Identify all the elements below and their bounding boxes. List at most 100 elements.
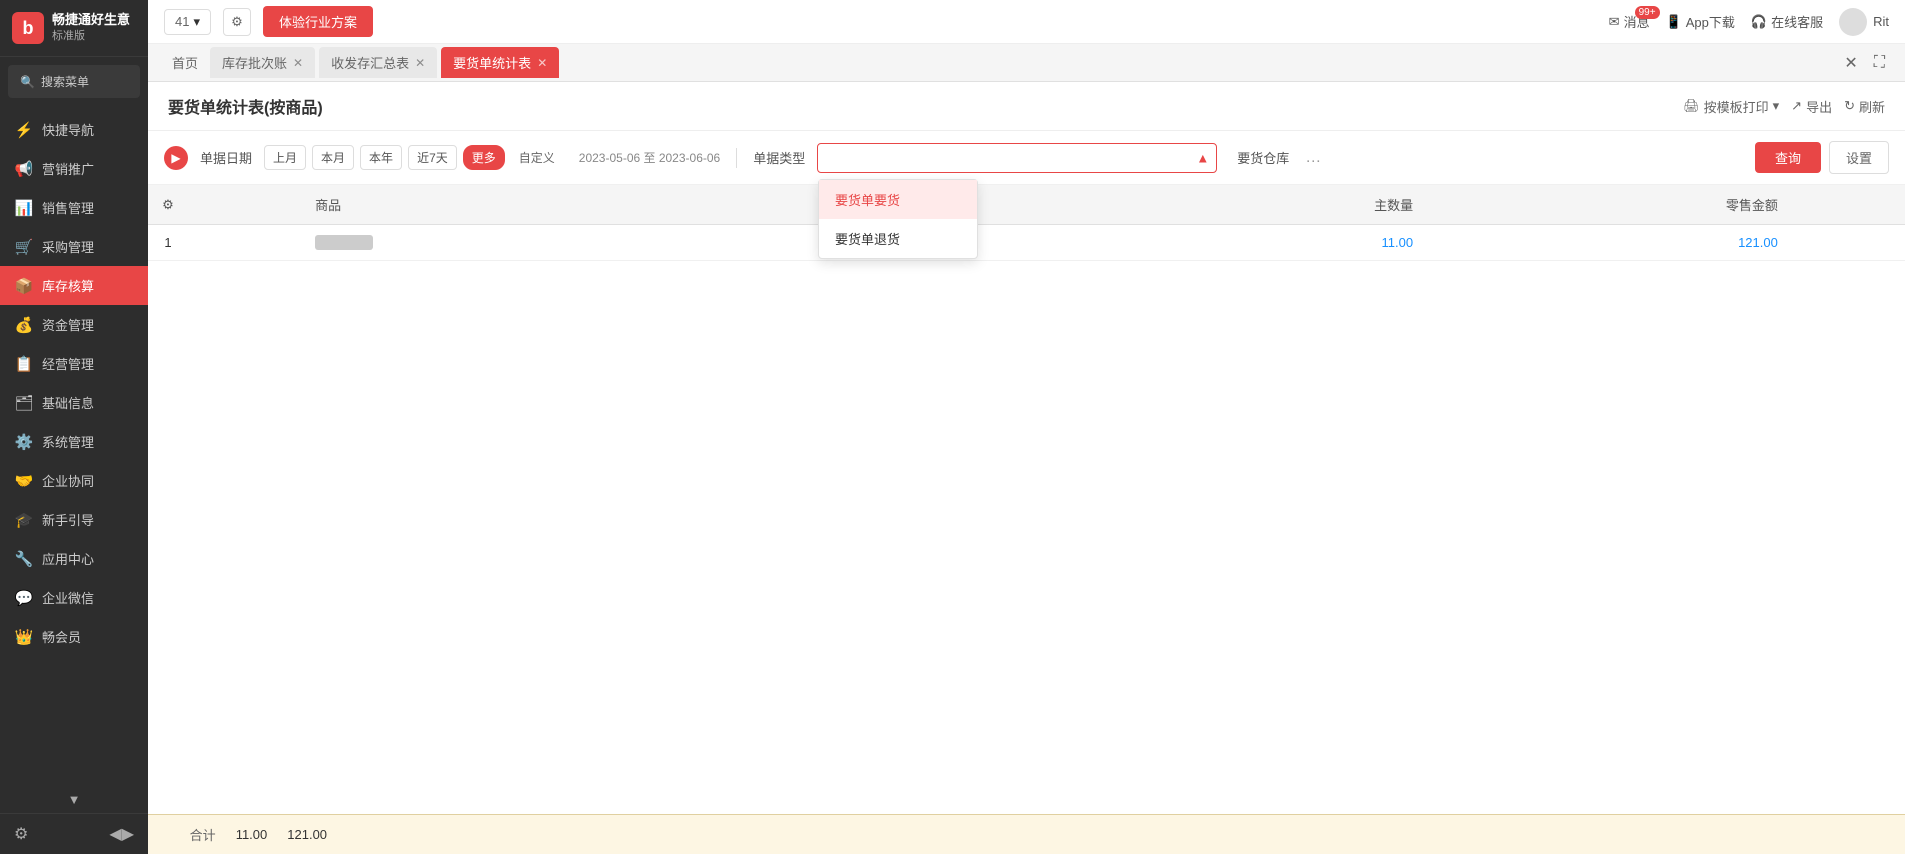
page-title: 要货单统计表(按商品)	[168, 94, 323, 118]
tab-close-summary[interactable]: ✕	[415, 57, 425, 69]
footer-qty-cell: 11.00	[236, 827, 268, 842]
purchase-icon: 🛒	[14, 238, 34, 256]
sidebar-item-purchase[interactable]: 🛒 采购管理	[0, 227, 148, 266]
type-filter-input[interactable]	[817, 143, 1217, 173]
app-download-action[interactable]: 📱 App下载	[1666, 12, 1735, 31]
filter-settings-button[interactable]: 设置	[1829, 141, 1889, 174]
tab-close-all[interactable]: ✕	[1840, 51, 1861, 75]
guide-icon: 🎓	[14, 511, 34, 529]
company-selector[interactable]: 41 ▾	[164, 9, 211, 35]
sidebar-item-base[interactable]: 🗂 基础信息	[0, 383, 148, 422]
messages-action[interactable]: ✉ 消息 99+	[1609, 12, 1650, 31]
tab-expand[interactable]: ⛶	[1870, 52, 1889, 74]
collapse-icon[interactable]: ◀▶	[109, 824, 134, 844]
sidebar-search[interactable]: 🔍 搜索菜单	[8, 65, 140, 98]
message-icon: ✉	[1609, 14, 1620, 30]
type-dropdown-menu: 要货单要货 要货单退货	[818, 179, 978, 259]
sidebar-item-marketing[interactable]: 📢 营销推广	[0, 149, 148, 188]
system-icon: ⚙️	[14, 433, 34, 451]
sidebar-item-member[interactable]: 👑 畅会员	[0, 617, 148, 656]
quick-nav-icon: ⚡	[14, 121, 34, 139]
gear-icon: ⚙	[231, 14, 243, 30]
refresh-button[interactable]: ↻ 刷新	[1844, 97, 1885, 116]
col-product: 商品	[303, 185, 695, 225]
header-left: 41 ▾ ⚙ 体验行业方案	[164, 6, 373, 37]
filter-more-button[interactable]: …	[1305, 149, 1321, 167]
base-icon: 🗂	[14, 394, 34, 412]
col-extra	[1790, 185, 1905, 225]
footer-label-cell: 合计	[160, 825, 216, 844]
online-service-action[interactable]: 🎧 在线客服	[1751, 12, 1823, 31]
footer-qty-value: 11.00	[236, 827, 268, 842]
settings-icon[interactable]: ⚙	[14, 824, 28, 844]
type-filter-chevron-up-icon[interactable]: ▲	[1196, 150, 1209, 165]
header-gear-button[interactable]: ⚙	[223, 8, 251, 36]
wechat-icon: 💬	[14, 589, 34, 607]
filter-expand-button[interactable]: ▶	[164, 146, 188, 170]
product-name-blurred	[315, 235, 373, 250]
sales-icon: 📊	[14, 199, 34, 217]
row-no: 1	[148, 225, 188, 261]
filter-actions: 查询 设置	[1755, 141, 1889, 174]
sidebar-item-sales[interactable]: 📊 销售管理	[0, 188, 148, 227]
query-button[interactable]: 查询	[1755, 142, 1821, 173]
logo-text: 畅捷通好生意 标准版	[52, 12, 130, 43]
date-btn-more[interactable]: 更多	[463, 145, 505, 170]
sidebar-footer: ⚙ ◀▶	[0, 813, 148, 854]
filter-divider	[736, 148, 737, 168]
table-footer: 合计 11.00 121.00	[148, 814, 1905, 854]
top-header: 41 ▾ ⚙ 体验行业方案 ✉ 消息 99+ 📱 App下载 🎧 在线客服	[148, 0, 1905, 44]
print-icon: 🖨	[1683, 98, 1700, 114]
sidebar-item-inventory[interactable]: 📦 库存核算	[0, 266, 148, 305]
col-gear[interactable]: ⚙	[148, 185, 188, 225]
sidebar-item-guide[interactable]: 🎓 新手引导	[0, 500, 148, 539]
sidebar-item-quick-nav[interactable]: ⚡ 快捷导航	[0, 110, 148, 149]
tab-close-order-stat[interactable]: ✕	[537, 57, 547, 69]
row-qty[interactable]: 11.00	[1123, 225, 1425, 261]
apps-icon: 🔧	[14, 550, 34, 568]
footer-amount-cell: 121.00	[287, 827, 327, 842]
tab-order-stat[interactable]: 要货单统计表 ✕	[441, 47, 559, 78]
tab-close-batch[interactable]: ✕	[293, 57, 303, 69]
date-range-display: 2023-05-06 至 2023-06-06	[579, 149, 720, 166]
chevron-down-icon: ▾	[193, 14, 200, 30]
mobile-icon: 📱	[1666, 14, 1682, 30]
date-btn-this-year[interactable]: 本年	[360, 145, 402, 170]
col-amount: 零售金额	[1425, 185, 1790, 225]
table-row: 1 块 11.00 121.00	[148, 225, 1905, 261]
sidebar-item-system[interactable]: ⚙️ 系统管理	[0, 422, 148, 461]
date-btn-last-month[interactable]: 上月	[264, 145, 306, 170]
sidebar-scroll-down[interactable]: ▼	[0, 786, 148, 813]
tab-home[interactable]: 首页	[164, 47, 206, 78]
dropdown-item-order-return[interactable]: 要货单退货	[819, 219, 977, 258]
tab-batch[interactable]: 库存批次账 ✕	[210, 47, 315, 78]
finance-icon: 💰	[14, 316, 34, 334]
sidebar-item-enterprise[interactable]: 🤝 企业协同	[0, 461, 148, 500]
user-name: Rit	[1873, 14, 1889, 29]
avatar	[1839, 8, 1867, 36]
sidebar-item-finance[interactable]: 💰 资金管理	[0, 305, 148, 344]
dropdown-item-order-goods[interactable]: 要货单要货	[819, 180, 977, 219]
date-btn-custom[interactable]: 自定义	[511, 146, 563, 169]
user-info[interactable]: Rit	[1839, 8, 1889, 36]
headset-icon: 🎧	[1751, 14, 1767, 30]
export-button[interactable]: ↗ 导出	[1791, 97, 1832, 116]
page-header: 要货单统计表(按商品) 🖨 按模板打印 ▾ ↗ 导出 ↻ 刷新	[148, 82, 1905, 131]
tab-summary[interactable]: 收发存汇总表 ✕	[319, 47, 437, 78]
sidebar-item-wechat[interactable]: 💬 企业微信	[0, 578, 148, 617]
data-table: ⚙ 商品 主计量单位 主数量 零售金额 1	[148, 185, 1905, 261]
type-filter-label: 单据类型	[753, 148, 805, 167]
print-button[interactable]: 🖨 按模板打印 ▾	[1683, 97, 1779, 116]
row-product	[303, 225, 695, 261]
row-amount[interactable]: 121.00	[1425, 225, 1790, 261]
table-wrap: ⚙ 商品 主计量单位 主数量 零售金额 1	[148, 185, 1905, 814]
sidebar-item-apps[interactable]: 🔧 应用中心	[0, 539, 148, 578]
date-btn-this-month[interactable]: 本月	[312, 145, 354, 170]
sidebar-item-operation[interactable]: 📋 经营管理	[0, 344, 148, 383]
type-filter-wrap: ▲	[817, 143, 1217, 173]
page-header-actions: 🖨 按模板打印 ▾ ↗ 导出 ↻ 刷新	[1683, 97, 1885, 116]
date-btn-7days[interactable]: 近7天	[408, 145, 457, 170]
trial-button[interactable]: 体验行业方案	[263, 6, 373, 37]
enterprise-icon: 🤝	[14, 472, 34, 490]
marketing-icon: 📢	[14, 160, 34, 178]
